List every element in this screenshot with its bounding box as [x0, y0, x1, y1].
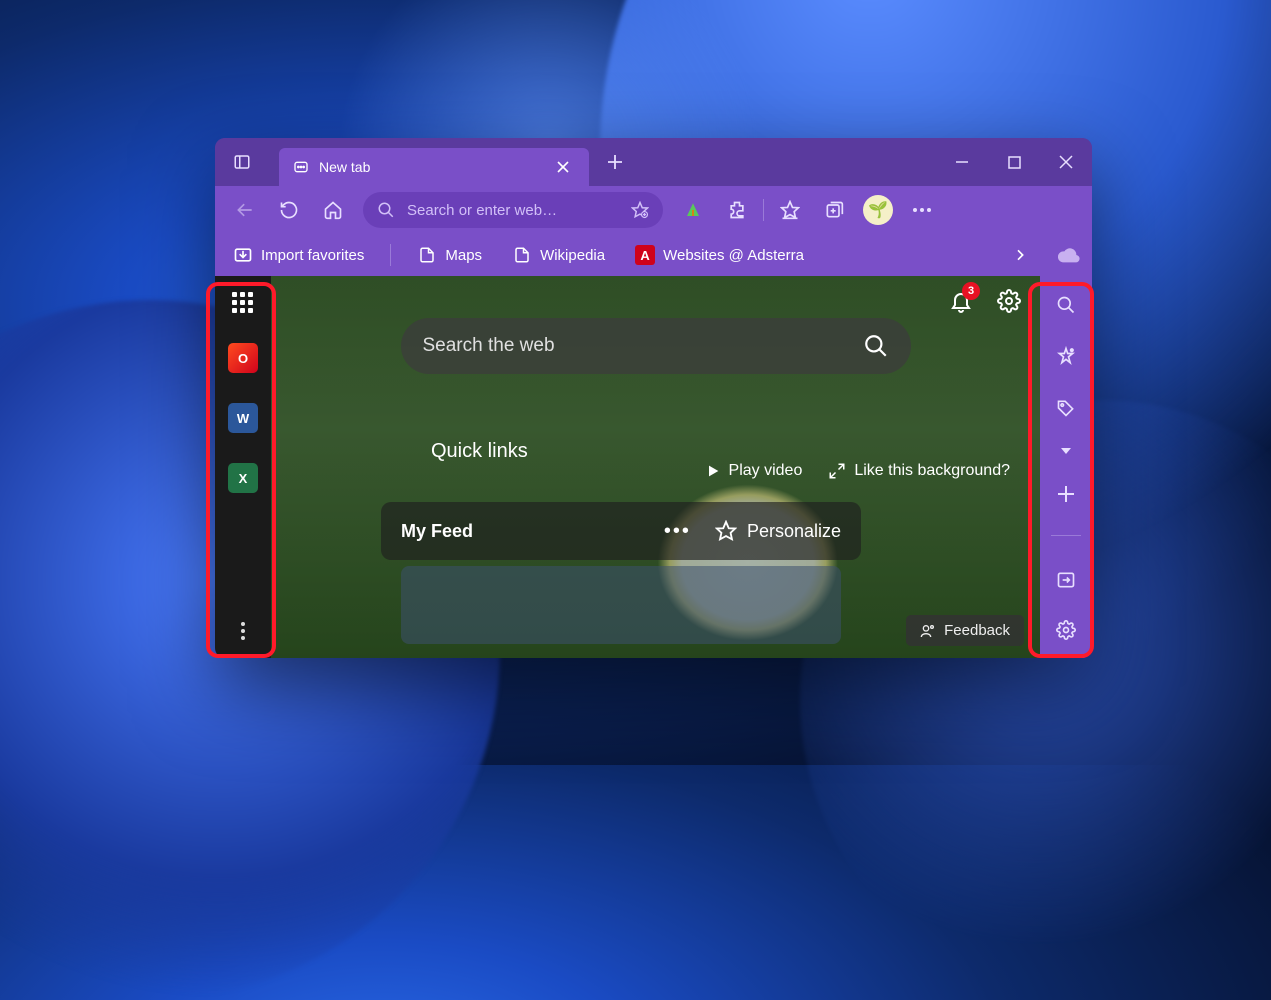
extension-1-button[interactable] [673, 190, 713, 230]
web-search-placeholder: Search the web [423, 335, 555, 357]
sidebar-search-button[interactable] [1048, 290, 1084, 320]
excel-icon: X [239, 471, 248, 486]
play-icon [705, 463, 721, 479]
tab-favicon-icon [293, 159, 309, 175]
sidebar-add-button[interactable] [1048, 480, 1084, 510]
feedback-label: Feedback [944, 622, 1010, 639]
bookmark-maps[interactable]: Maps [411, 241, 488, 269]
extensions-button[interactable] [717, 190, 757, 230]
star-wand-icon [715, 520, 737, 542]
bookmarks-overflow-button[interactable] [1000, 235, 1040, 275]
tab-actions-button[interactable] [225, 145, 259, 179]
home-button[interactable] [313, 190, 353, 230]
profile-button[interactable]: 🌱 [858, 190, 898, 230]
office-app-button[interactable]: O [228, 343, 258, 373]
personalize-button[interactable]: Personalize [715, 520, 841, 542]
search-icon [863, 333, 889, 359]
browser-window: New tab 🌱 [215, 138, 1092, 658]
toolbar-divider [763, 199, 764, 221]
sidebar-separator [1051, 535, 1081, 536]
play-video-button[interactable]: Play video [705, 462, 803, 480]
bookmark-label: Websites @ Adsterra [663, 247, 804, 264]
menu-button[interactable] [902, 190, 942, 230]
sidebar-shopping-button[interactable] [1048, 393, 1084, 423]
sidebar-hide-button[interactable] [1048, 562, 1084, 598]
feedback-icon [920, 623, 936, 639]
toolbar: 🌱 [215, 186, 1092, 234]
close-window-button[interactable] [1040, 138, 1092, 186]
import-favorites-label: Import favorites [261, 247, 364, 264]
sidebar-discover-button[interactable] [1048, 342, 1084, 372]
edge-sidebar [1040, 276, 1092, 658]
my-feed-title: My Feed [401, 521, 473, 542]
new-tab-button[interactable] [595, 142, 635, 182]
back-button[interactable] [225, 190, 265, 230]
sidebar-expand-button[interactable] [1048, 445, 1084, 458]
background-actions: Play video Like this background? [705, 462, 1010, 480]
notifications-button[interactable]: 3 [944, 284, 978, 318]
word-app-button[interactable]: W [228, 403, 258, 433]
titlebar: New tab [215, 138, 1092, 186]
play-video-label: Play video [729, 462, 803, 480]
bookmark-label: Maps [445, 247, 482, 264]
like-background-button[interactable]: Like this background? [828, 462, 1010, 480]
feed-header: My Feed ••• Personalize [381, 502, 861, 560]
favicon-a-icon: A [635, 245, 655, 265]
page-icon [417, 245, 437, 265]
maximize-button[interactable] [988, 138, 1040, 186]
minimize-button[interactable] [936, 138, 988, 186]
favorites-button[interactable] [770, 190, 810, 230]
ntp-settings-button[interactable] [992, 284, 1026, 318]
window-controls [936, 138, 1092, 186]
notifications-badge: 3 [962, 282, 980, 300]
import-favorites-button[interactable]: Import favorites [227, 241, 370, 269]
browser-tab[interactable]: New tab [279, 148, 589, 186]
feed-more-button[interactable]: ••• [664, 520, 691, 543]
office-more-button[interactable] [241, 622, 245, 640]
avatar-icon: 🌱 [863, 195, 893, 225]
excel-app-button[interactable]: X [228, 463, 258, 493]
bookmark-wikipedia[interactable]: Wikipedia [506, 241, 611, 269]
search-icon [377, 201, 395, 219]
quick-links-heading: Quick links [431, 440, 528, 463]
bookmark-adsterra[interactable]: A Websites @ Adsterra [629, 241, 810, 269]
gear-icon [997, 289, 1021, 313]
word-icon: W [237, 411, 249, 426]
content-area: O W X 3 Search the web Quick links [215, 276, 1092, 658]
tab-title: New tab [319, 159, 370, 175]
feed-card[interactable] [401, 566, 841, 644]
app-launcher-button[interactable] [232, 292, 254, 313]
bookmarks-bar: Import favorites Maps Wikipedia A Websit… [215, 234, 1092, 276]
like-background-label: Like this background? [854, 462, 1010, 480]
office-icon: O [238, 351, 248, 366]
favorite-star-icon[interactable] [631, 201, 649, 219]
office-sidebar: O W X [215, 276, 271, 658]
refresh-button[interactable] [269, 190, 309, 230]
bookmarks-divider [390, 244, 391, 266]
expand-icon [828, 462, 846, 480]
sync-cloud-icon[interactable] [1058, 248, 1080, 262]
import-icon [233, 245, 253, 265]
tab-close-button[interactable] [549, 153, 577, 181]
feedback-button[interactable]: Feedback [906, 615, 1024, 646]
sidebar-settings-button[interactable] [1048, 612, 1084, 648]
page-icon [512, 245, 532, 265]
chevron-down-icon [1061, 448, 1071, 454]
address-input[interactable] [407, 202, 619, 219]
personalize-label: Personalize [747, 521, 841, 542]
web-search-box[interactable]: Search the web [401, 318, 911, 374]
bookmark-label: Wikipedia [540, 247, 605, 264]
new-tab-page: 3 Search the web Quick links Play video [271, 276, 1040, 658]
address-bar[interactable] [363, 192, 663, 228]
collections-button[interactable] [814, 190, 854, 230]
